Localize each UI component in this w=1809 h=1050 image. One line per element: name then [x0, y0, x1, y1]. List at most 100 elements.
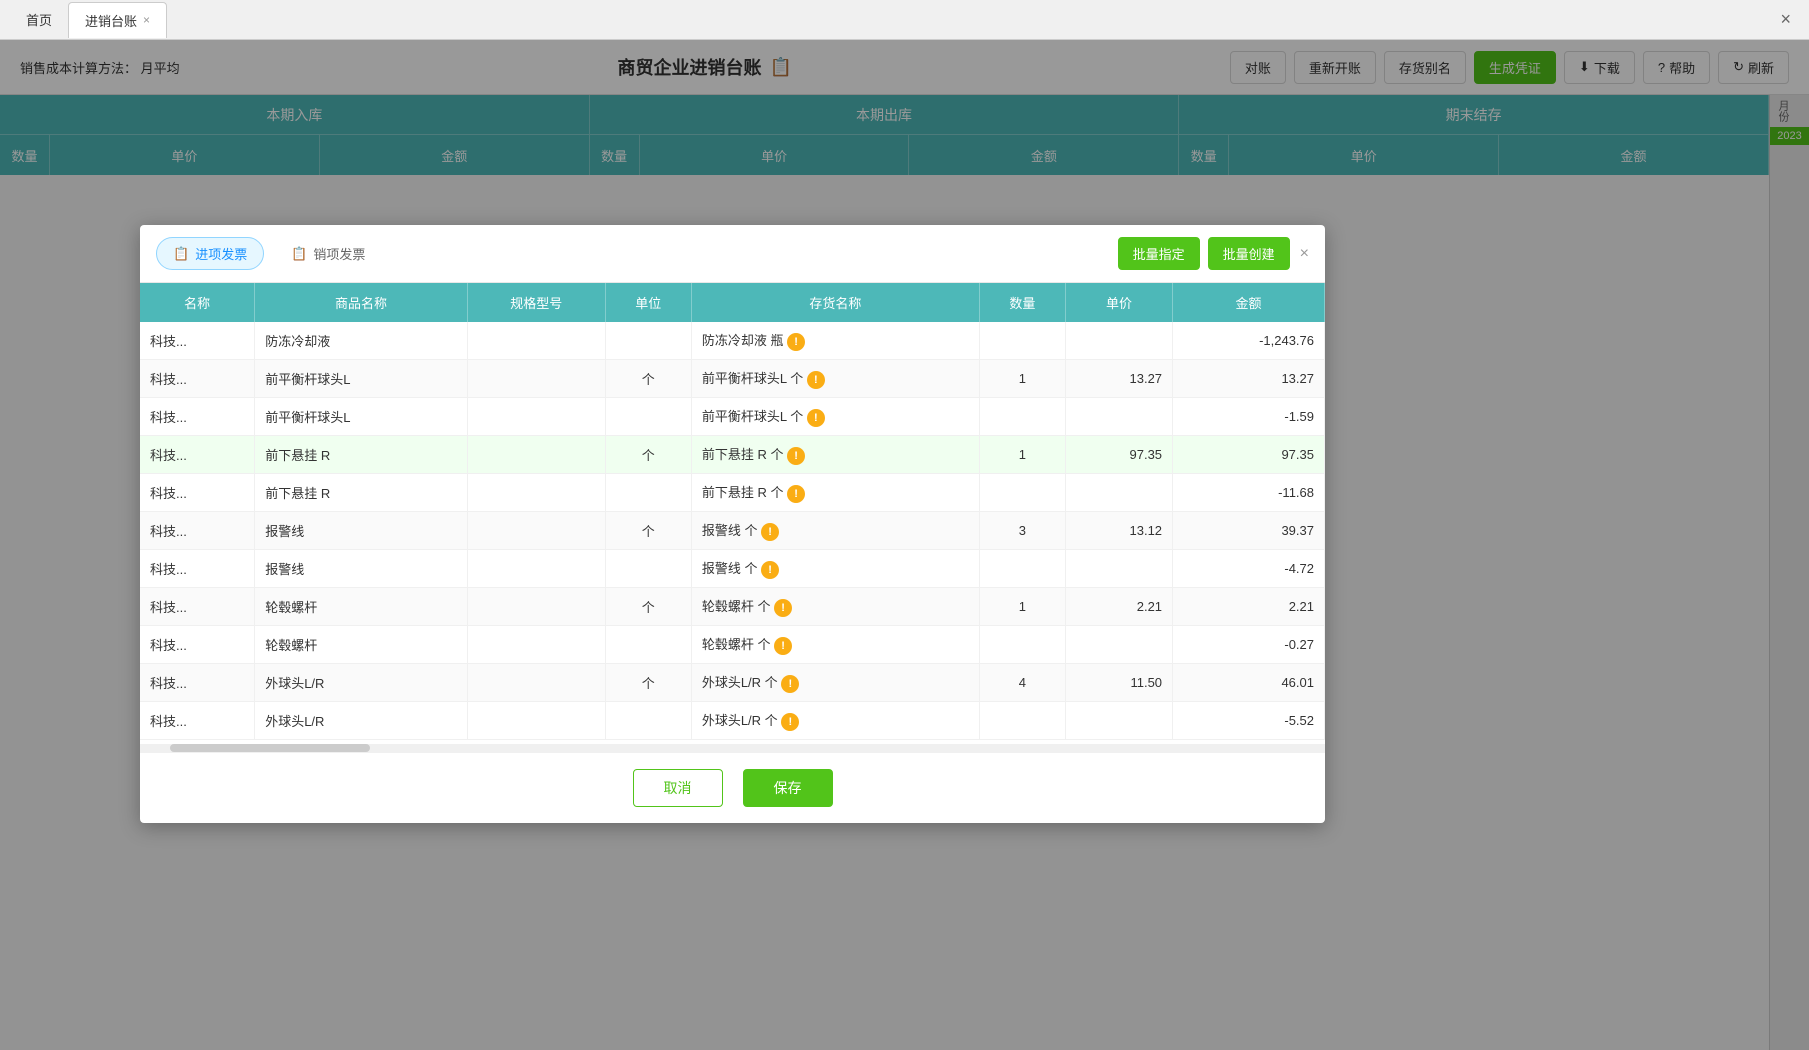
modal-close-button[interactable]: × — [1300, 245, 1309, 263]
modal-footer: 取消 保存 — [140, 752, 1325, 823]
table-cell: 科技... — [140, 702, 255, 740]
outbound-invoice-label: 销项发票 — [313, 244, 365, 263]
main-content: 销售成本计算方法： 月平均 商贸企业进销台账 📋 对账 重新开账 存货别名 生成… — [0, 40, 1809, 1050]
batch-assign-button[interactable]: 批量指定 — [1118, 237, 1200, 270]
th-price: 单价 — [1065, 283, 1172, 322]
save-button[interactable]: 保存 — [743, 769, 833, 807]
table-cell: 报警线 — [255, 512, 468, 550]
table-cell: 39.37 — [1173, 512, 1325, 550]
tab-home[interactable]: 首页 — [10, 2, 68, 37]
table-cell: 个 — [605, 588, 691, 626]
th-product: 商品名称 — [255, 283, 468, 322]
tab-close-icon[interactable]: × — [143, 13, 150, 27]
table-cell: 前下悬挂 R — [255, 474, 468, 512]
table-cell: 前平衡杆球头L — [255, 360, 468, 398]
table-cell: -5.52 — [1173, 702, 1325, 740]
table-cell: -1,243.76 — [1173, 322, 1325, 360]
table-cell: 97.35 — [1173, 436, 1325, 474]
table-row: 科技...外球头L/R外球头L/R 个 !-5.52 — [140, 702, 1325, 740]
table-cell: 报警线 个 ! — [691, 512, 979, 550]
th-qty: 数量 — [979, 283, 1065, 322]
table-cell — [605, 474, 691, 512]
th-unit: 单位 — [605, 283, 691, 322]
window-close-button[interactable]: × — [1772, 5, 1799, 34]
table-row: 科技...报警线报警线 个 !-4.72 — [140, 550, 1325, 588]
warning-icon: ! — [774, 637, 792, 655]
table-cell: 科技... — [140, 398, 255, 436]
table-cell: 3 — [979, 512, 1065, 550]
table-cell: 科技... — [140, 474, 255, 512]
warning-icon: ! — [787, 333, 805, 351]
th-amount: 金额 — [1173, 283, 1325, 322]
tab-outbound-invoice[interactable]: 📋 销项发票 — [274, 237, 382, 270]
th-spec: 规格型号 — [467, 283, 605, 322]
table-cell: 科技... — [140, 664, 255, 702]
table-cell — [605, 398, 691, 436]
scrollbar-thumb[interactable] — [170, 744, 370, 752]
table-cell: 前平衡杆球头L 个 ! — [691, 360, 979, 398]
table-cell: 11.50 — [1065, 664, 1172, 702]
table-cell: -0.27 — [1173, 626, 1325, 664]
tab-active[interactable]: 进销台账 × — [68, 2, 167, 38]
table-cell — [467, 360, 605, 398]
warning-icon: ! — [781, 713, 799, 731]
table-cell — [1065, 626, 1172, 664]
table-cell: -1.59 — [1173, 398, 1325, 436]
table-cell: 轮毂螺杆 — [255, 588, 468, 626]
table-cell: 外球头L/R — [255, 664, 468, 702]
table-cell: 轮毂螺杆 个 ! — [691, 588, 979, 626]
table-row: 科技...前下悬挂 R前下悬挂 R 个 !-11.68 — [140, 474, 1325, 512]
table-cell — [979, 626, 1065, 664]
th-name: 名称 — [140, 283, 255, 322]
cancel-button[interactable]: 取消 — [633, 769, 723, 807]
table-cell: 轮毂螺杆 个 ! — [691, 626, 979, 664]
table-cell: 97.35 — [1065, 436, 1172, 474]
table-row: 科技...前平衡杆球头L个前平衡杆球头L 个 !113.2713.27 — [140, 360, 1325, 398]
table-cell: 防冻冷却液 瓶 ! — [691, 322, 979, 360]
table-cell: 13.12 — [1065, 512, 1172, 550]
batch-create-button[interactable]: 批量创建 — [1208, 237, 1290, 270]
table-row: 科技...外球头L/R个外球头L/R 个 !411.5046.01 — [140, 664, 1325, 702]
table-cell: 防冻冷却液 — [255, 322, 468, 360]
table-cell: 1 — [979, 360, 1065, 398]
horizontal-scrollbar[interactable] — [140, 744, 1325, 752]
table-cell: 13.27 — [1065, 360, 1172, 398]
table-cell: 个 — [605, 512, 691, 550]
table-cell: 科技... — [140, 360, 255, 398]
table-cell: 轮毂螺杆 — [255, 626, 468, 664]
table-row: 科技...前下悬挂 R个前下悬挂 R 个 !197.3597.35 — [140, 436, 1325, 474]
warning-icon: ! — [807, 409, 825, 427]
table-cell — [1065, 398, 1172, 436]
table-cell: 2.21 — [1173, 588, 1325, 626]
tab-inbound-invoice[interactable]: 📋 进项发票 — [156, 237, 264, 270]
table-row: 科技...报警线个报警线 个 !313.1239.37 — [140, 512, 1325, 550]
table-cell: 外球头L/R 个 ! — [691, 702, 979, 740]
table-row: 科技...轮毂螺杆个轮毂螺杆 个 !12.212.21 — [140, 588, 1325, 626]
table-cell: 科技... — [140, 588, 255, 626]
warning-icon: ! — [787, 447, 805, 465]
table-cell: 科技... — [140, 550, 255, 588]
warning-icon: ! — [781, 675, 799, 693]
table-cell — [979, 550, 1065, 588]
table-cell: 报警线 个 ! — [691, 550, 979, 588]
table-cell: 4 — [979, 664, 1065, 702]
table-cell — [979, 398, 1065, 436]
table-cell — [979, 474, 1065, 512]
invoice-modal: 📋 进项发票 📋 销项发票 批量指定 批量创建 × 名称 商品名称 — [140, 225, 1325, 823]
table-cell: 报警线 — [255, 550, 468, 588]
warning-icon: ! — [807, 371, 825, 389]
table-header-row: 名称 商品名称 规格型号 单位 存货名称 数量 单价 金额 — [140, 283, 1325, 322]
table-cell: 前下悬挂 R 个 ! — [691, 436, 979, 474]
table-cell: 13.27 — [1173, 360, 1325, 398]
table-cell: 2.21 — [1065, 588, 1172, 626]
table-cell — [467, 474, 605, 512]
table-cell — [979, 702, 1065, 740]
table-cell: 科技... — [140, 436, 255, 474]
table-cell — [467, 512, 605, 550]
table-cell — [467, 550, 605, 588]
table-cell — [1065, 322, 1172, 360]
warning-icon: ! — [761, 561, 779, 579]
table-cell: -11.68 — [1173, 474, 1325, 512]
table-cell: 个 — [605, 436, 691, 474]
table-cell — [1065, 702, 1172, 740]
